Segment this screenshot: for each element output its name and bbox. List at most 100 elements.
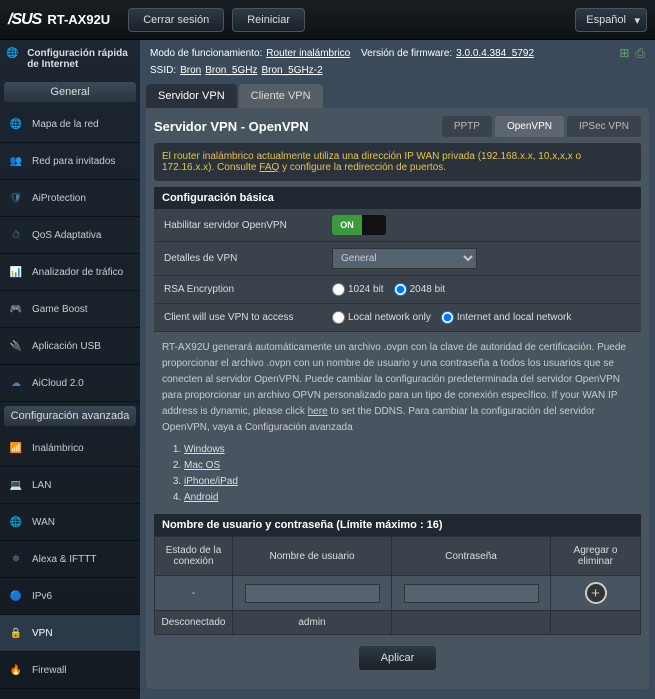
- enable-openvpn-label: Habilitar servidor OpenVPN: [154, 212, 324, 239]
- sidebar: 🌐 Configuración rápida de Internet Gener…: [0, 40, 140, 699]
- panel-title: Servidor VPN - OpenVPN: [154, 119, 309, 134]
- vpn-icon: 🔒: [6, 623, 26, 643]
- qis-button[interactable]: 🌐 Configuración rápida de Internet: [0, 40, 140, 78]
- nav-alexa-ifttt[interactable]: ❄Alexa & IFTTT: [0, 541, 140, 578]
- main-content: Modo de funcionamiento: Router inalámbri…: [140, 40, 655, 699]
- table-row: Desconectado admin: [155, 611, 641, 635]
- enable-openvpn-toggle[interactable]: ON: [332, 215, 386, 235]
- cloud-icon: ☁: [6, 373, 26, 393]
- proto-pptp[interactable]: PPTP: [442, 116, 492, 137]
- logout-button[interactable]: Cerrar sesión: [128, 8, 224, 32]
- info-bar: Modo de funcionamiento: Router inalámbri…: [146, 44, 649, 63]
- nav-game-boost[interactable]: 🎮Game Boost: [0, 291, 140, 328]
- qis-label: Configuración rápida de Internet: [27, 48, 134, 70]
- basic-config-title: Configuración básica: [154, 187, 641, 209]
- nav-ipv6[interactable]: 🔵IPv6: [0, 578, 140, 615]
- nav-guest-network[interactable]: 👥Red para invitados: [0, 143, 140, 180]
- section-advanced: Configuración avanzada: [4, 406, 136, 426]
- os-link-macos[interactable]: Mac OS: [184, 458, 633, 474]
- map-icon: 🌐: [6, 114, 26, 134]
- row1-state: Desconectado: [155, 611, 233, 635]
- gauge-icon: ⏱: [6, 225, 26, 245]
- password-input[interactable]: [404, 584, 539, 603]
- os-link-android[interactable]: Android: [184, 490, 633, 506]
- wan-ip-notice: El router inalámbrico actualmente utiliz…: [154, 143, 641, 181]
- row-vpn-details: Detalles de VPN General: [154, 242, 641, 276]
- row-access: Client will use VPN to access Local netw…: [154, 304, 641, 332]
- users-table: Estado de la conexión Nombre de usuario …: [154, 536, 641, 635]
- input-row-state: -: [155, 576, 233, 611]
- faq-link[interactable]: FAQ: [259, 162, 279, 173]
- os-link-windows[interactable]: Windows: [184, 442, 633, 458]
- nav-vpn[interactable]: 🔒VPN: [0, 615, 140, 652]
- users-table-title: Nombre de usuario y contraseña (Límite m…: [154, 514, 641, 536]
- guest-icon: 👥: [6, 151, 26, 171]
- apply-button[interactable]: Aplicar: [358, 645, 438, 671]
- nav-usb-app[interactable]: 🔌Aplicación USB: [0, 328, 140, 365]
- access-local-radio[interactable]: Local network only: [332, 311, 431, 324]
- rsa-label: RSA Encryption: [154, 276, 324, 303]
- nav-network-map[interactable]: 🌐Mapa de la red: [0, 106, 140, 143]
- ssid-label: SSID:: [150, 65, 176, 76]
- th-user: Nombre de usuario: [233, 537, 392, 576]
- vpn-panel: Servidor VPN - OpenVPN PPTP OpenVPN IPSe…: [146, 108, 649, 689]
- vpn-details-label: Detalles de VPN: [154, 245, 324, 272]
- rsa-1024-radio[interactable]: 1024 bit: [332, 283, 384, 296]
- alexa-icon: ❄: [6, 549, 26, 569]
- ssid-2[interactable]: Bron_5GHz: [205, 65, 257, 76]
- gamepad-icon: 🎮: [6, 299, 26, 319]
- nav-firewall[interactable]: 🔥Firewall: [0, 652, 140, 689]
- os-link-iphone[interactable]: iPhone/iPad: [184, 474, 633, 490]
- fw-link[interactable]: 3.0.0.4.384_5792: [456, 48, 534, 59]
- nav-wireless[interactable]: 📶Inalámbrico: [0, 430, 140, 467]
- tab-vpn-client[interactable]: Cliente VPN: [239, 84, 323, 108]
- row1-pass: [392, 611, 551, 635]
- nav-aiprotection[interactable]: 🛡AiProtection: [0, 180, 140, 217]
- shield-icon: 🛡: [6, 188, 26, 208]
- access-label: Client will use VPN to access: [154, 304, 324, 331]
- add-user-button[interactable]: +: [585, 582, 607, 604]
- proto-openvpn[interactable]: OpenVPN: [495, 116, 564, 137]
- vpn-details-select[interactable]: General: [332, 248, 477, 269]
- description: RT-AX92U generará automáticamente un arc…: [154, 332, 641, 514]
- th-action: Agregar o eliminar: [551, 537, 641, 576]
- proto-ipsec[interactable]: IPSec VPN: [567, 116, 641, 137]
- protocol-tabs: PPTP OpenVPN IPSec VPN: [439, 116, 641, 137]
- nav-lan[interactable]: 💻LAN: [0, 467, 140, 504]
- globe-icon: 🌐: [6, 48, 21, 70]
- language-select[interactable]: Español: [575, 8, 647, 32]
- row1-action: [551, 611, 641, 635]
- brand-logo: /SUS: [8, 11, 41, 29]
- reboot-button[interactable]: Reiniciar: [232, 8, 305, 32]
- wifi-icon: 📶: [6, 438, 26, 458]
- ipv6-icon: 🔵: [6, 586, 26, 606]
- row1-user: admin: [233, 611, 392, 635]
- nav-aicloud[interactable]: ☁AiCloud 2.0: [0, 365, 140, 402]
- usb-icon: 🔌: [6, 336, 26, 356]
- fw-label: Versión de firmware:: [361, 48, 452, 59]
- nav-adaptive-qos[interactable]: ⏱QoS Adaptativa: [0, 217, 140, 254]
- access-both-radio[interactable]: Internet and local network: [441, 311, 572, 324]
- mode-link[interactable]: Router inalámbrico: [266, 48, 350, 59]
- nav-admin[interactable]: ⚙Administración: [0, 689, 140, 699]
- row-enable-openvpn: Habilitar servidor OpenVPN ON: [154, 209, 641, 242]
- mode-label: Modo de funcionamiento:: [150, 48, 262, 59]
- aimesh-status-icon[interactable]: ⊞: [619, 46, 629, 61]
- tab-vpn-server[interactable]: Servidor VPN: [146, 84, 237, 108]
- ddns-here-link[interactable]: here: [308, 406, 328, 417]
- row-rsa: RSA Encryption 1024 bit 2048 bit: [154, 276, 641, 304]
- ssid-1[interactable]: Bron: [180, 65, 201, 76]
- ssid-3[interactable]: Bron_5GHz-2: [262, 65, 323, 76]
- wan-icon: 🌐: [6, 512, 26, 532]
- model-name: RT-AX92U: [47, 12, 110, 27]
- chart-icon: 📊: [6, 262, 26, 282]
- nav-wan[interactable]: 🌐WAN: [0, 504, 140, 541]
- vpn-tabs: Servidor VPN Cliente VPN: [146, 84, 649, 108]
- firewall-icon: 🔥: [6, 660, 26, 680]
- username-input[interactable]: [245, 584, 380, 603]
- usb-status-icon[interactable]: ⎙: [635, 46, 645, 61]
- ssid-bar: SSID: Bron Bron_5GHz Bron_5GHz-2: [146, 63, 649, 78]
- nav-traffic-analyzer[interactable]: 📊Analizador de tráfico: [0, 254, 140, 291]
- rsa-2048-radio[interactable]: 2048 bit: [394, 283, 446, 296]
- section-general: General: [4, 82, 136, 102]
